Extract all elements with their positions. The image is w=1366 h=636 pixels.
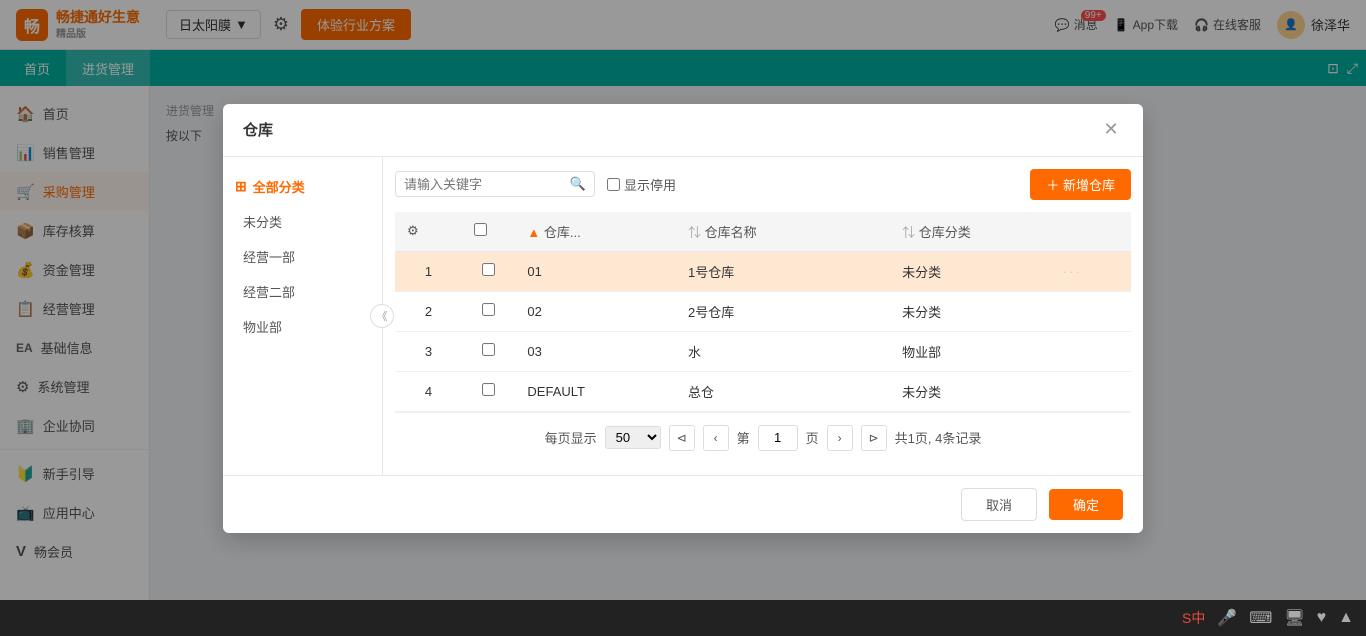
row-name: 水 (676, 331, 890, 371)
page-prev-button[interactable]: ‹ (703, 425, 729, 451)
row-category: 未分类 (890, 251, 1051, 291)
keyboard-icon[interactable]: ⌨ (1249, 608, 1272, 628)
sidebar-collapse-button[interactable]: 《 (370, 304, 394, 328)
modal-sidebar-property[interactable]: 物业部 (223, 309, 382, 344)
row-no: 4 (395, 371, 462, 411)
th-name: ⇅ 仓库名称 (676, 212, 890, 252)
modal-footer: 取消 确定 (223, 475, 1143, 533)
search-box: 🔍 (395, 171, 595, 197)
screen-icon[interactable]: 🖥 (1284, 608, 1304, 628)
table-row[interactable]: 2 02 2号仓库 未分类 (395, 291, 1131, 331)
row-category: 物业部 (890, 331, 1051, 371)
select-all-checkbox[interactable] (474, 223, 487, 236)
modal-sidebar: ⊞ 全部分类 未分类 经营一部 经营二部 物业部 《 (223, 157, 383, 475)
table-row[interactable]: 1 01 1号仓库 未分类 ··· (395, 251, 1131, 291)
modal-main: 🔍 显示停用 ＋ 新增仓库 ⚙ (383, 157, 1143, 475)
th-settings: ⚙ (395, 212, 462, 252)
page-last-button[interactable]: ⊳ (861, 425, 887, 451)
row-code: 01 (515, 251, 676, 291)
page-input[interactable] (758, 425, 798, 451)
row-no: 2 (395, 291, 462, 331)
table-container: ⚙ ▲ 仓库... ⇅ (395, 212, 1131, 412)
row-checkbox-1[interactable] (482, 263, 495, 276)
show-disabled-checkbox[interactable] (607, 178, 620, 191)
table-row[interactable]: 4 DEFAULT 总仓 未分类 (395, 371, 1131, 411)
row-actions: ··· (1051, 251, 1131, 291)
th-code-label: 仓库... (544, 225, 581, 240)
sort-icon: ▲ (527, 225, 540, 240)
row-no: 3 (395, 331, 462, 371)
th-category-label: 仓库分类 (919, 225, 971, 240)
row-checkbox-3[interactable] (482, 343, 495, 356)
row-actions (1051, 291, 1131, 331)
row-checkbox-2[interactable] (482, 303, 495, 316)
per-page-select[interactable]: 50 20 100 (605, 426, 661, 449)
modal-sidebar-ops2[interactable]: 经营二部 (223, 274, 382, 309)
table-row[interactable]: 3 03 水 物业部 (395, 331, 1131, 371)
grid-icon: ⊞ (235, 178, 247, 195)
cancel-button[interactable]: 取消 (961, 488, 1037, 521)
row-code: DEFAULT (515, 371, 676, 411)
modal-sidebar-ops1[interactable]: 经营一部 (223, 239, 382, 274)
modal-title: 仓库 (243, 119, 273, 140)
row-check (462, 251, 516, 291)
table-header-row: ⚙ ▲ 仓库... ⇅ (395, 212, 1131, 252)
modal-pagination: 每页显示 50 20 100 ⊲ ‹ 第 页 › ⊳ 共1页, 4条记录 (395, 412, 1131, 463)
all-categories-label: 全部分类 (253, 177, 305, 196)
modal-sidebar-unclassified[interactable]: 未分类 (223, 204, 382, 239)
row-code: 02 (515, 291, 676, 331)
sort-icon-cat: ⇅ (902, 225, 915, 240)
settings-gear-icon[interactable]: ⚙ (407, 223, 419, 238)
row-actions (1051, 371, 1131, 411)
row-check (462, 291, 516, 331)
row-actions-btn-1[interactable]: ··· (1063, 264, 1082, 279)
row-checkbox-4[interactable] (482, 383, 495, 396)
page-summary: 共1页, 4条记录 (895, 428, 982, 447)
modal-toolbar: 🔍 显示停用 ＋ 新增仓库 (395, 169, 1131, 200)
confirm-button[interactable]: 确定 (1049, 489, 1123, 520)
row-check (462, 371, 516, 411)
bottom-bar: S中 🎤 ⌨ 🖥 ♥ ▲ (0, 600, 1366, 636)
modal-body: ⊞ 全部分类 未分类 经营一部 经营二部 物业部 《 (223, 157, 1143, 475)
th-name-label: 仓库名称 (705, 225, 757, 240)
ime-icon[interactable]: S中 (1182, 608, 1205, 628)
modal-all-categories[interactable]: ⊞ 全部分类 (223, 169, 382, 204)
row-actions (1051, 331, 1131, 371)
row-no: 1 (395, 251, 462, 291)
row-name: 1号仓库 (676, 251, 890, 291)
th-code: ▲ 仓库... (515, 212, 676, 252)
modal-close-button[interactable]: ✕ (1099, 118, 1123, 142)
per-page-label: 每页显示 (545, 428, 597, 447)
add-warehouse-button[interactable]: ＋ 新增仓库 (1030, 169, 1131, 200)
show-disabled-checkbox-label[interactable]: 显示停用 (607, 175, 676, 194)
th-category: ⇅ 仓库分类 (890, 212, 1051, 252)
row-category: 未分类 (890, 291, 1051, 331)
modal-overlay: 仓库 ✕ ⊞ 全部分类 未分类 经营一部 经营二部 (0, 0, 1366, 636)
heart-icon[interactable]: ♥ (1317, 609, 1327, 627)
row-check (462, 331, 516, 371)
show-disabled-label: 显示停用 (624, 175, 676, 194)
th-checkbox (462, 212, 516, 252)
search-icon[interactable]: 🔍 (570, 176, 586, 192)
up-icon[interactable]: ▲ (1338, 609, 1354, 627)
row-code: 03 (515, 331, 676, 371)
row-name: 2号仓库 (676, 291, 890, 331)
warehouse-table: ⚙ ▲ 仓库... ⇅ (395, 212, 1131, 412)
page-unit: 页 (806, 428, 819, 447)
row-name: 总仓 (676, 371, 890, 411)
modal-header: 仓库 ✕ (223, 104, 1143, 157)
row-category: 未分类 (890, 371, 1051, 411)
th-actions (1051, 212, 1131, 252)
page-first-button[interactable]: ⊲ (669, 425, 695, 451)
sort-icon-name: ⇅ (688, 225, 701, 240)
search-input[interactable] (404, 177, 564, 192)
warehouse-modal: 仓库 ✕ ⊞ 全部分类 未分类 经营一部 经营二部 (223, 104, 1143, 533)
microphone-icon[interactable]: 🎤 (1217, 608, 1237, 628)
page-label: 第 (737, 428, 750, 447)
page-next-button[interactable]: › (827, 425, 853, 451)
